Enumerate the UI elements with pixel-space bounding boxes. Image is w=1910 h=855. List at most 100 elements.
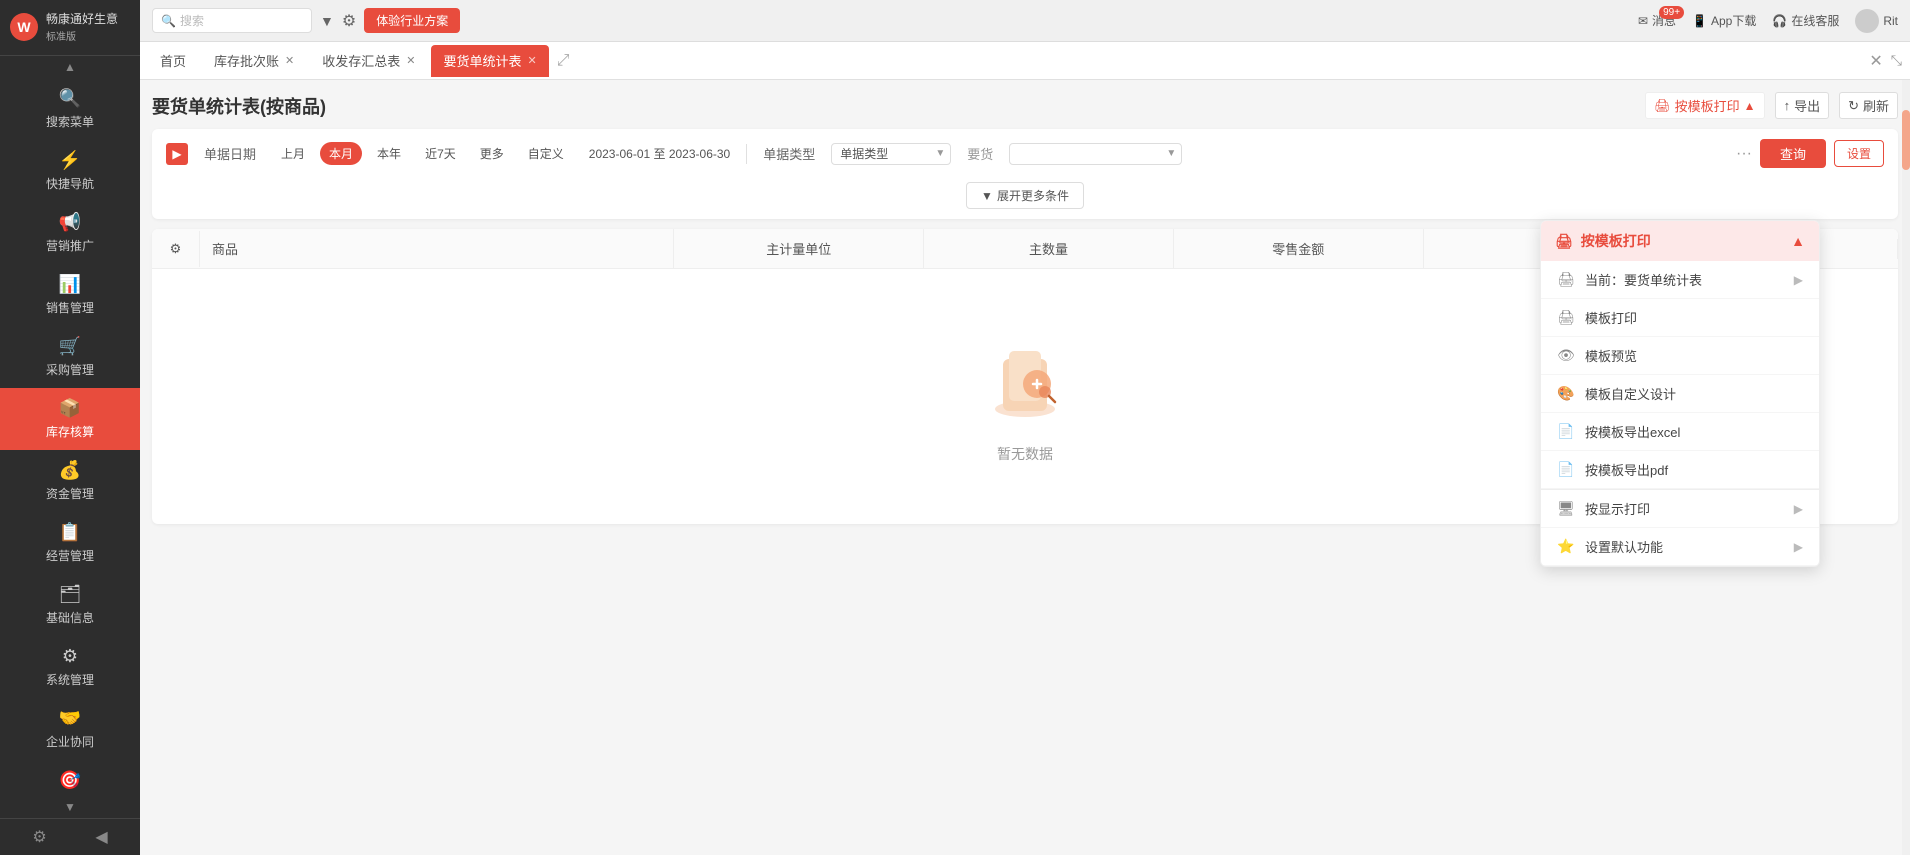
dropdown-template-design-item[interactable]: 🎨 模板自定义设计 xyxy=(1541,375,1819,413)
app-download-btn[interactable]: 📱 App下载 xyxy=(1692,12,1756,29)
print-button[interactable]: 🖨 按模板打印 ▲ xyxy=(1645,92,1764,119)
sidebar-item-label: 企业协同 xyxy=(46,733,94,750)
dropdown-template-excel-item[interactable]: 📄 按模板导出excel xyxy=(1541,413,1819,451)
scrollbar-thumb[interactable] xyxy=(1902,110,1910,170)
sidebar-item-system[interactable]: ⚙ 系统管理 xyxy=(0,636,140,698)
requisition-type-input[interactable] xyxy=(1009,143,1182,165)
tab-receipt[interactable]: 收发存汇总表 ✕ xyxy=(310,45,427,77)
sidebar-item-basic[interactable]: 🗂 基础信息 xyxy=(0,574,140,636)
dropdown-template-pdf-item[interactable]: 📄 按模板导出pdf xyxy=(1541,451,1819,489)
dropdown-display-print-item[interactable]: 🖥 按显示打印 ▶ xyxy=(1541,490,1819,528)
scroll-down-btn[interactable]: ▼ xyxy=(0,796,140,818)
tab-requisition-close[interactable]: ✕ xyxy=(528,54,537,67)
tab-receipt-close[interactable]: ✕ xyxy=(406,54,415,67)
dropdown-collapse-btn[interactable]: ▲ xyxy=(1791,233,1805,249)
tab-batch-close[interactable]: ✕ xyxy=(285,54,294,67)
template-design-icon: 🎨 xyxy=(1557,385,1575,402)
th-product: 商品 xyxy=(200,229,674,268)
template-preview-label: 模板预览 xyxy=(1585,346,1803,365)
filter-toggle-btn[interactable]: ▶ xyxy=(166,143,188,165)
filter-row: ▶ 单据日期 上月 本月 本年 近7天 更多 自定义 2023-06-01 至 … xyxy=(166,139,1884,168)
tab-batch[interactable]: 库存批次账 ✕ xyxy=(202,45,306,77)
messages-badge: 99+ xyxy=(1659,6,1684,19)
print-dropdown-popup: 🖨 按模板打印 ▲ 🖨 当前：要货单统计表 ▶ 🖨 模板打印 👁 模板预览 xyxy=(1540,220,1820,567)
sidebar-item-purchase[interactable]: 🛒 采购管理 xyxy=(0,326,140,388)
sidebar-item-label: 系统管理 xyxy=(46,671,94,688)
collab-icon: 🤝 xyxy=(59,708,81,729)
sidebar-item-inventory[interactable]: 📦 库存核算 xyxy=(0,388,140,450)
more-options-btn[interactable]: ··· xyxy=(1736,145,1752,163)
default-func-label: 设置默认功能 xyxy=(1585,537,1784,556)
date-prev-month-btn[interactable]: 上月 xyxy=(272,142,314,165)
topbar-right: ✉ 消息 99+ 📱 App下载 🎧 在线客服 Rit xyxy=(1638,9,1898,33)
sidebar-item-shortcut[interactable]: ⚡ 快捷导航 xyxy=(0,140,140,202)
th-settings[interactable]: ⚙ xyxy=(152,231,200,267)
date-current-month-btn[interactable]: 本月 xyxy=(320,142,362,165)
sidebar-item-label: 营销推广 xyxy=(46,237,94,254)
date-filter-label: 单据日期 xyxy=(204,144,256,163)
trial-button[interactable]: 体验行业方案 xyxy=(364,8,460,33)
tab-requisition-label: 要货单统计表 xyxy=(443,51,521,70)
setting-button[interactable]: 设置 xyxy=(1834,140,1884,167)
export-icon: ↑ xyxy=(1784,98,1791,113)
export-button[interactable]: ↑ 导出 xyxy=(1775,92,1830,119)
filter-divider xyxy=(746,144,747,164)
dropdown-current-item[interactable]: 🖨 当前：要货单统计表 ▶ xyxy=(1541,261,1819,299)
template-design-label: 模板自定义设计 xyxy=(1585,384,1803,403)
user-avatar[interactable]: Rit xyxy=(1855,9,1898,33)
messages-icon: ✉ xyxy=(1638,14,1648,28)
sidebar-item-label: 搜索菜单 xyxy=(46,113,94,130)
search-dropdown-btn[interactable]: ▼ xyxy=(320,13,334,29)
tab-requisition[interactable]: 要货单统计表 ✕ xyxy=(431,45,548,77)
messages-btn[interactable]: ✉ 消息 99+ xyxy=(1638,12,1676,29)
topbar-gear-icon[interactable]: ⚙ xyxy=(342,11,356,31)
default-func-arrow: ▶ xyxy=(1794,540,1803,554)
type-select[interactable]: 单据类型 xyxy=(831,143,951,165)
default-func-icon: ⭐ xyxy=(1557,538,1575,555)
display-print-label: 按显示打印 xyxy=(1585,499,1784,518)
date-custom-btn[interactable]: 自定义 xyxy=(519,142,573,165)
template-pdf-label: 按模板导出pdf xyxy=(1585,460,1803,479)
tab-expand-btn[interactable]: ⤢ xyxy=(557,52,570,70)
basic-icon: 🗂 xyxy=(59,584,82,605)
settings-icon[interactable]: ⚙ xyxy=(32,827,46,847)
sidebar-item-finance[interactable]: 💰 资金管理 xyxy=(0,450,140,512)
expand-more-btn[interactable]: ▼ 展开更多条件 xyxy=(966,182,1084,209)
finance-icon: 💰 xyxy=(59,460,81,481)
date-7days-btn[interactable]: 近7天 xyxy=(416,142,465,165)
expand-label: 展开更多条件 xyxy=(997,187,1069,204)
column-settings-icon[interactable]: ⚙ xyxy=(170,241,182,256)
collapse-icon[interactable]: ◀ xyxy=(95,827,107,847)
print-dropdown-arrow[interactable]: ▲ xyxy=(1744,99,1756,113)
tab-home[interactable]: 首页 xyxy=(148,45,198,77)
dropdown-template-print-item[interactable]: 🖨 模板打印 xyxy=(1541,299,1819,337)
sidebar-item-search[interactable]: 🔍 搜索菜单 xyxy=(0,78,140,140)
dropdown-template-preview-item[interactable]: 👁 模板预览 xyxy=(1541,337,1819,375)
search-box[interactable]: 🔍 搜索 xyxy=(152,8,312,33)
date-current-year-btn[interactable]: 本年 xyxy=(368,142,410,165)
sidebar-item-newbie[interactable]: 🎯 新手引导 xyxy=(0,760,140,796)
window-close-btn[interactable]: ✕ xyxy=(1869,51,1882,71)
sidebar-item-operation[interactable]: 📋 经营管理 xyxy=(0,512,140,574)
type-filter-label: 单据类型 xyxy=(763,144,815,163)
dropdown-default-func-item[interactable]: ⭐ 设置默认功能 ▶ xyxy=(1541,528,1819,566)
display-print-arrow: ▶ xyxy=(1794,502,1803,516)
sidebar-item-sales[interactable]: 📊 销售管理 xyxy=(0,264,140,326)
sidebar-item-label: 经营管理 xyxy=(46,547,94,564)
refresh-button[interactable]: ↻ 刷新 xyxy=(1839,92,1898,119)
sidebar-item-label: 销售管理 xyxy=(46,299,94,316)
sidebar-item-collab[interactable]: 🤝 企业协同 xyxy=(0,698,140,760)
app-download-icon: 📱 xyxy=(1692,14,1707,28)
user-name: Rit xyxy=(1883,14,1898,28)
scroll-up-btn[interactable]: ▲ xyxy=(0,56,140,78)
online-service-btn[interactable]: 🎧 在线客服 xyxy=(1772,12,1839,29)
window-expand-btn[interactable]: ⤡ xyxy=(1891,52,1902,69)
type-select-wrap: 单据类型 xyxy=(831,143,951,165)
sidebar-item-label: 采购管理 xyxy=(46,361,94,378)
online-service-label: 在线客服 xyxy=(1791,12,1839,29)
sidebar-item-marketing[interactable]: 📢 营销推广 xyxy=(0,202,140,264)
date-more-btn[interactable]: 更多 xyxy=(471,142,513,165)
operation-icon: 📋 xyxy=(59,522,81,543)
dropdown-title-text: 按模板打印 xyxy=(1581,231,1651,251)
query-button[interactable]: 查询 xyxy=(1760,139,1826,168)
